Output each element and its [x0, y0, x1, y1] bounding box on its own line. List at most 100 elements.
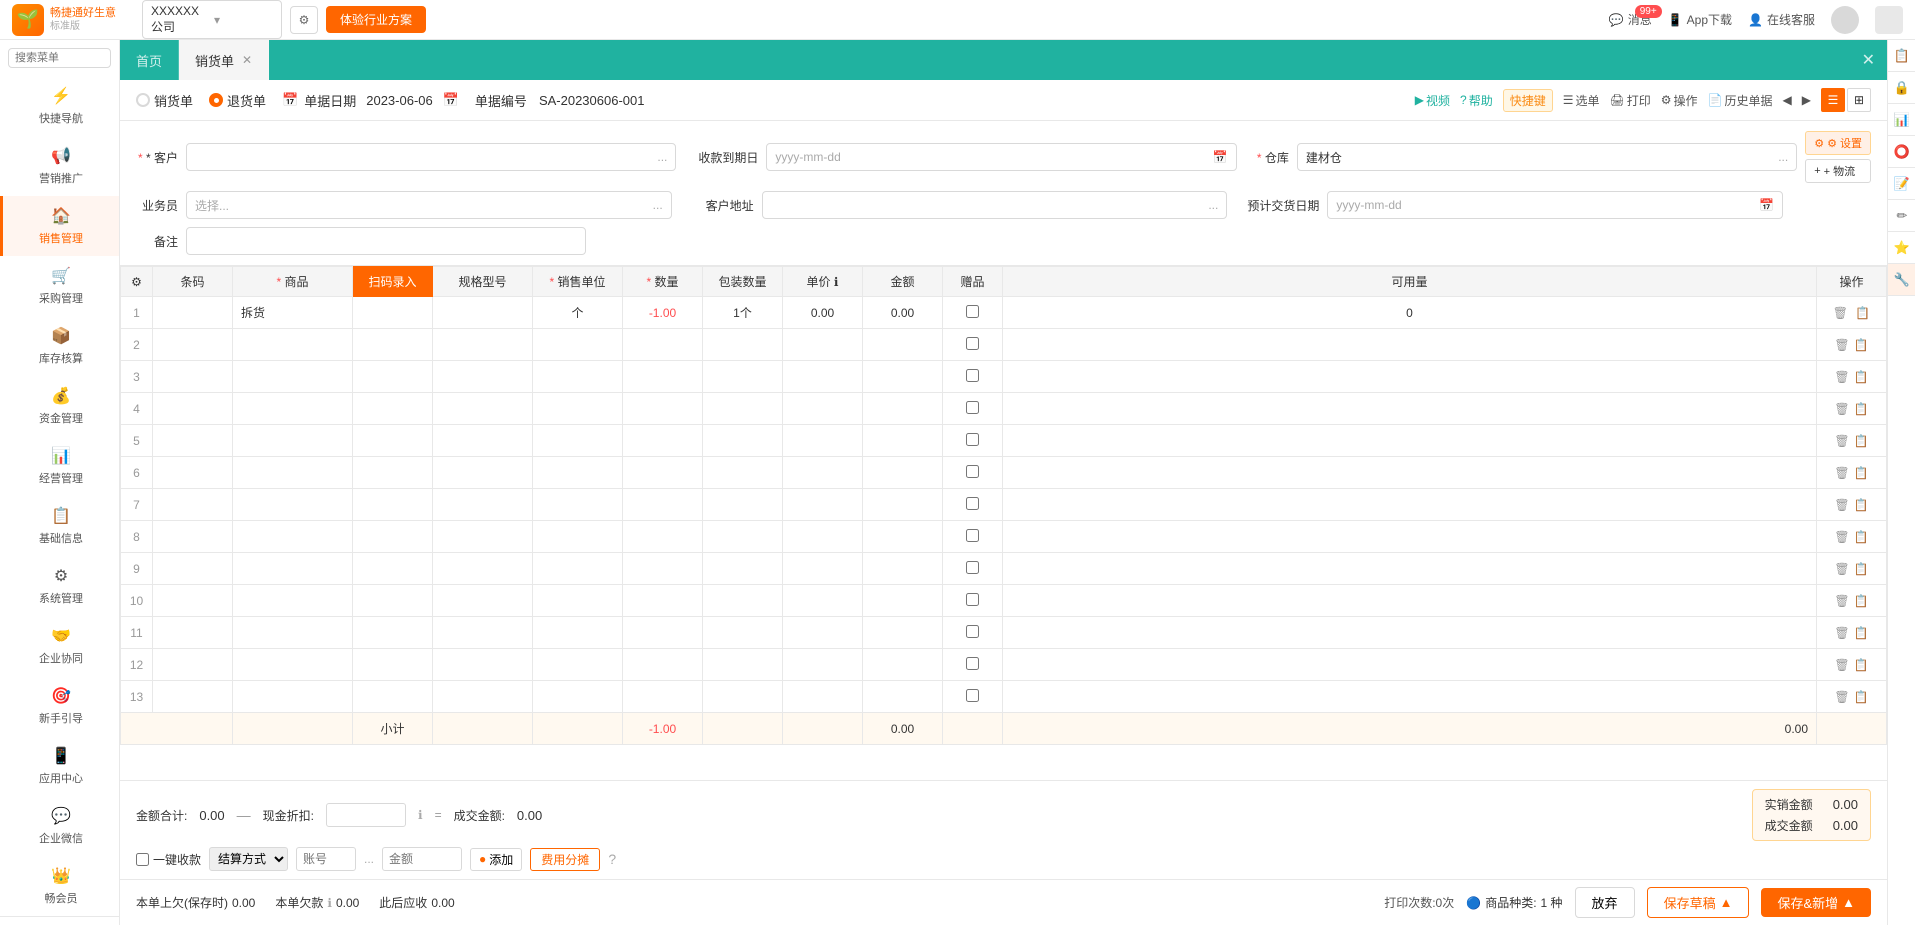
delete-row-icon[interactable]: 🗑	[1834, 434, 1849, 448]
settlement-method-select[interactable]: 结算方式	[209, 847, 288, 871]
sidebar-item-basic-info[interactable]: 📋 基础信息	[0, 496, 119, 556]
radio-sales[interactable]: 销货单	[136, 91, 193, 110]
copy-row-icon[interactable]: 📋	[1854, 338, 1869, 352]
row-qty-1[interactable]: -1.00	[623, 297, 703, 329]
settings-gear-button[interactable]: ⚙	[290, 6, 318, 34]
receive-date-input[interactable]: yyyy-mm-dd 📅	[766, 143, 1236, 171]
avatar[interactable]	[1831, 6, 1859, 34]
row-pkg-qty-1[interactable]: 1个	[703, 297, 783, 329]
row-gift-1[interactable]	[943, 297, 1003, 329]
sidebar-item-marketing[interactable]: 📢 营销推广	[0, 136, 119, 196]
delete-row-icon-1[interactable]: 🗑	[1833, 306, 1848, 320]
fenpan-help-icon[interactable]: ?	[608, 851, 616, 867]
delete-row-icon[interactable]: 🗑	[1834, 690, 1849, 704]
prev-record-icon[interactable]: ◀	[1783, 93, 1792, 107]
sidebar-item-quick-nav[interactable]: ⚡ 快捷导航	[0, 76, 119, 136]
app-download-button[interactable]: 📱 App下载	[1668, 11, 1732, 28]
side-panel-btn-1[interactable]: 📋	[1888, 40, 1915, 72]
sidebar-item-system[interactable]: ⚙ 系统管理	[0, 556, 119, 616]
delete-row-icon[interactable]: 🗑	[1834, 466, 1849, 480]
save-new-button[interactable]: 保存&新增 ▲	[1761, 888, 1871, 917]
col-scan-btn[interactable]: 扫码录入	[353, 267, 433, 297]
account-input[interactable]	[296, 847, 356, 871]
select-action[interactable]: ☰选单	[1563, 92, 1600, 109]
copy-row-icon[interactable]: 📋	[1854, 690, 1869, 704]
row-amount-1[interactable]: 0.00	[863, 297, 943, 329]
delete-row-icon[interactable]: 🗑	[1834, 338, 1849, 352]
copy-row-icon[interactable]: 📋	[1854, 594, 1869, 608]
logistics-button[interactable]: + + 物流	[1805, 159, 1871, 183]
sidebar-item-operations[interactable]: 📊 经营管理	[0, 436, 119, 496]
side-panel-btn-8[interactable]: 🔧	[1888, 264, 1915, 296]
tab-close-icon[interactable]: ✕	[242, 53, 252, 67]
setup-button[interactable]: ⚙ ⚙ 设置	[1805, 131, 1871, 155]
sidebar-item-sales[interactable]: 🏠 销售管理	[0, 196, 119, 256]
abandon-button[interactable]: 放弃	[1575, 887, 1635, 918]
side-panel-btn-6[interactable]: ✏	[1888, 200, 1915, 232]
copy-row-icon[interactable]: 📋	[1854, 434, 1869, 448]
sidebar-item-member[interactable]: 👑 畅会员	[0, 856, 119, 916]
sidebar-item-finance[interactable]: 💰 资金管理	[0, 376, 119, 436]
expected-date-input[interactable]: yyyy-mm-dd 📅	[1327, 191, 1783, 219]
copy-row-icon[interactable]: 📋	[1854, 530, 1869, 544]
delete-row-icon[interactable]: 🗑	[1834, 402, 1849, 416]
copy-row-icon[interactable]: 📋	[1854, 562, 1869, 576]
copy-row-icon-1[interactable]: 📋	[1855, 306, 1870, 320]
copy-row-icon[interactable]: 📋	[1854, 466, 1869, 480]
save-draft-button[interactable]: 保存草稿 ▲	[1647, 887, 1750, 918]
customer-addr-input[interactable]: ...	[762, 191, 1228, 219]
tab-home[interactable]: 首页	[120, 40, 179, 80]
add-payment-button[interactable]: ● 添加	[470, 848, 522, 871]
sidebar-item-guide[interactable]: 🎯 新手引导	[0, 676, 119, 736]
message-button[interactable]: 💬 消息 99+	[1609, 11, 1652, 28]
company-selector[interactable]: XXXXXX公司 ▾	[142, 0, 282, 39]
one-click-pay-checkbox[interactable]	[136, 853, 149, 866]
table-container[interactable]: ⚙ 条码 * 商品 扫码录入 规格型号 * 销售单位 * 数量 包装数量 单价 …	[120, 266, 1887, 780]
total-owed-help-icon[interactable]: ℹ	[327, 896, 332, 910]
radio-return[interactable]: 退货单	[209, 91, 266, 110]
row-unit-1[interactable]: 个	[533, 297, 623, 329]
salesperson-input[interactable]: 选择... ...	[186, 191, 672, 219]
print-action[interactable]: 🖨打印	[1610, 92, 1651, 109]
fenpan-button[interactable]: 费用分摊	[530, 848, 600, 871]
side-panel-btn-5[interactable]: 📝	[1888, 168, 1915, 200]
sidebar-item-inventory[interactable]: 📦 库存核算	[0, 316, 119, 376]
sidebar-item-wechat[interactable]: 💬 企业微信	[0, 796, 119, 856]
copy-row-icon[interactable]: 📋	[1854, 498, 1869, 512]
trial-plan-button[interactable]: 体验行业方案	[326, 6, 426, 33]
delete-row-icon[interactable]: 🗑	[1834, 594, 1849, 608]
delete-row-icon[interactable]: 🗑	[1834, 530, 1849, 544]
customer-input[interactable]: ...	[186, 143, 676, 171]
warehouse-input[interactable]: 建材仓 ...	[1297, 143, 1797, 171]
list-view-btn[interactable]: ☰	[1821, 88, 1845, 112]
amount-input[interactable]	[382, 847, 462, 871]
row-price-1[interactable]: 0.00	[783, 297, 863, 329]
side-panel-btn-3[interactable]: 📊	[1888, 104, 1915, 136]
user-menu-button[interactable]	[1875, 6, 1903, 34]
delete-row-icon[interactable]: 🗑	[1834, 498, 1849, 512]
next-record-icon[interactable]: ▶	[1802, 93, 1811, 107]
delete-row-icon[interactable]: 🗑	[1834, 562, 1849, 576]
shortcut-action[interactable]: 快捷键	[1503, 89, 1553, 112]
side-panel-btn-2[interactable]: 🔒	[1888, 72, 1915, 104]
close-window-icon[interactable]: ✕	[1862, 50, 1875, 70]
discount-input[interactable]	[326, 803, 406, 827]
date-picker-icon[interactable]: 📅	[443, 92, 459, 108]
sidebar-item-enterprise[interactable]: 🤝 企业协同	[0, 616, 119, 676]
tab-sales-order[interactable]: 销货单 ✕	[179, 40, 269, 80]
row-barcode-1[interactable]	[153, 297, 233, 329]
delete-row-icon[interactable]: 🗑	[1834, 370, 1849, 384]
history-action[interactable]: 📄历史单据	[1708, 92, 1773, 109]
help-action[interactable]: ?帮助	[1460, 92, 1493, 109]
delete-row-icon[interactable]: 🗑	[1834, 658, 1849, 672]
remark-input[interactable]	[186, 227, 586, 255]
copy-row-icon[interactable]: 📋	[1854, 402, 1869, 416]
copy-row-icon[interactable]: 📋	[1854, 370, 1869, 384]
grid-view-btn[interactable]: ⊞	[1847, 88, 1871, 112]
search-input[interactable]	[8, 48, 111, 68]
side-panel-btn-4[interactable]: ⭕	[1888, 136, 1915, 168]
copy-row-icon[interactable]: 📋	[1854, 626, 1869, 640]
sidebar-item-app-center[interactable]: 📱 应用中心	[0, 736, 119, 796]
row-spec-1[interactable]	[433, 297, 533, 329]
row-product-1[interactable]: 拆货	[233, 297, 353, 329]
